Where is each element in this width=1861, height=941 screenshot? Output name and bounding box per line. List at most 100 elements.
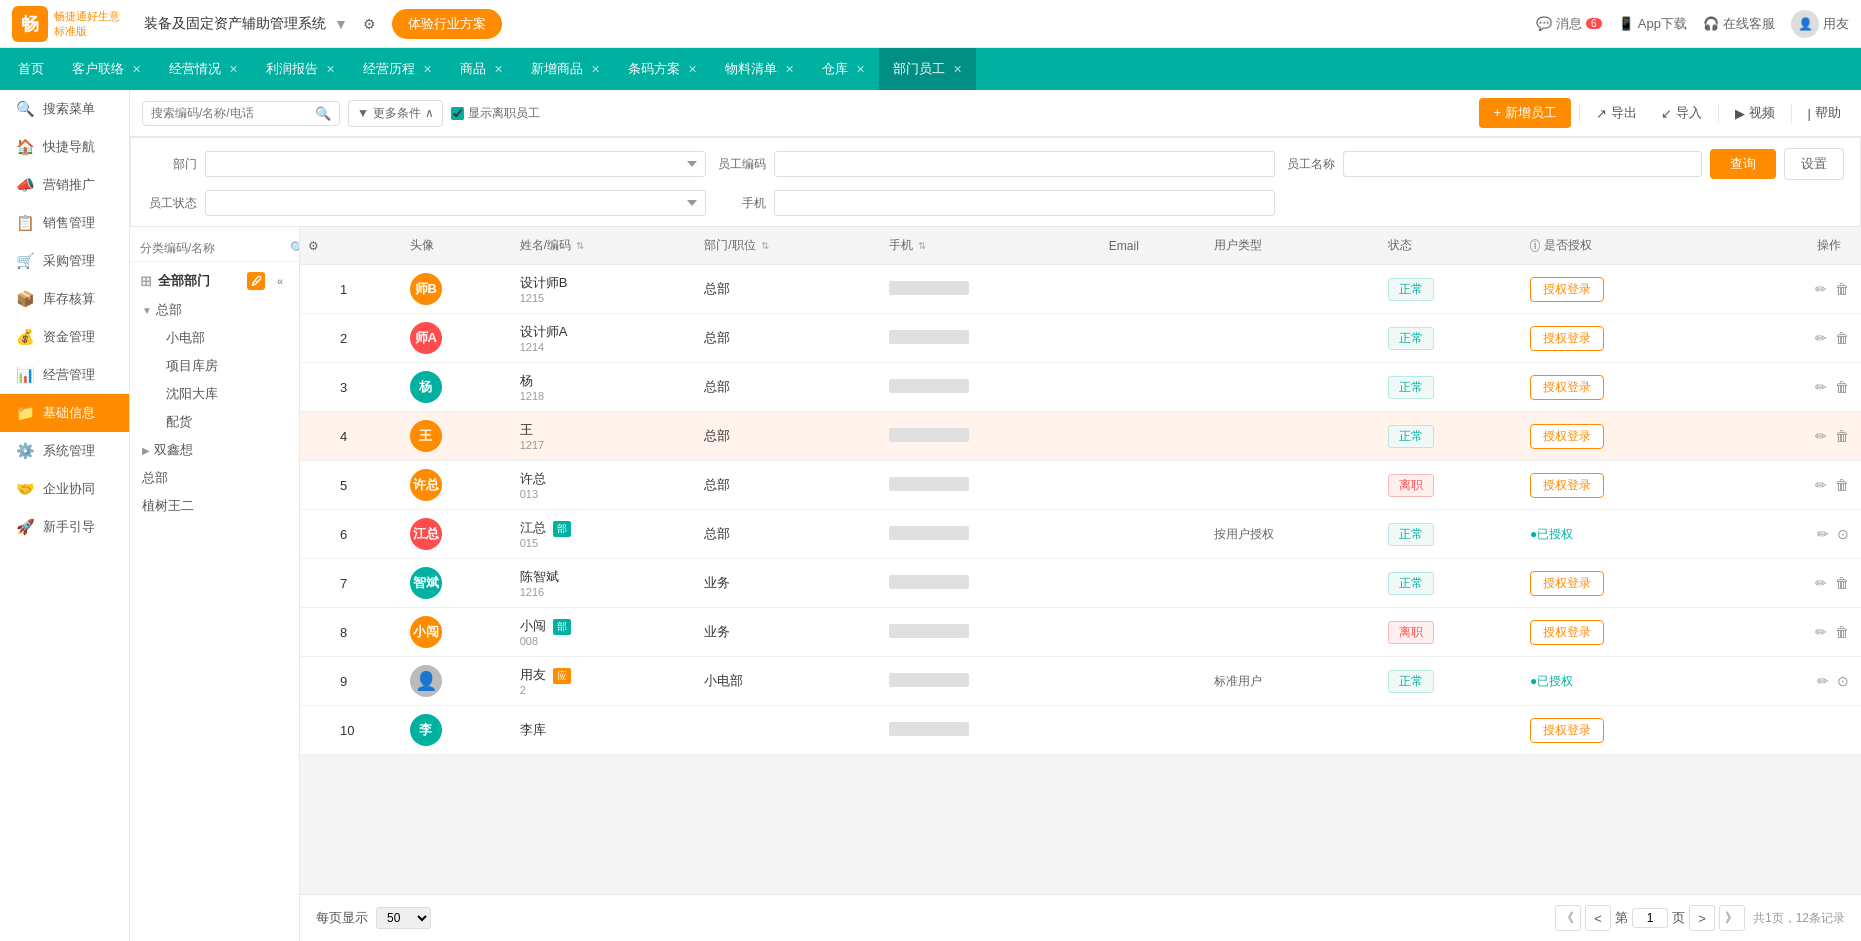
more-filters-button[interactable]: ▼ 更多条件 ∧ — [348, 100, 443, 127]
dept-node-shenyang[interactable]: 沈阳大库 — [146, 380, 299, 408]
tab-home[interactable]: 首页 — [4, 48, 58, 90]
tab-newgoods[interactable]: 新增商品 ✕ — [517, 48, 614, 90]
tab-warehouse[interactable]: 仓库 ✕ — [808, 48, 879, 90]
first-page-button[interactable]: 《 — [1555, 905, 1581, 931]
tab-material[interactable]: 物料清单 ✕ — [711, 48, 808, 90]
sidebar-item-system[interactable]: ⚙️ 系统管理 — [0, 432, 129, 470]
try-industry-button[interactable]: 体验行业方案 — [392, 9, 502, 39]
auth-btn-2[interactable]: 授权登录 — [1530, 326, 1604, 351]
tab-economy[interactable]: 经营情况 ✕ — [155, 48, 252, 90]
sidebar-item-sales[interactable]: 📋 销售管理 — [0, 204, 129, 242]
edit-btn-4[interactable]: ✏ — [1811, 426, 1831, 446]
close-profit-icon[interactable]: ✕ — [326, 63, 335, 76]
edit-btn-6[interactable]: ✏ — [1813, 524, 1833, 544]
auth-btn-8[interactable]: 授权登录 — [1530, 620, 1604, 645]
auth-btn-7[interactable]: 授权登录 — [1530, 571, 1604, 596]
edit-btn-5[interactable]: ✏ — [1811, 475, 1831, 495]
tab-process[interactable]: 经营历程 ✕ — [349, 48, 446, 90]
query-button[interactable]: 查询 — [1710, 149, 1776, 179]
th-name[interactable]: 姓名/编码 ⇅ — [512, 227, 697, 265]
last-page-button[interactable]: 》 — [1719, 905, 1745, 931]
search-input[interactable] — [151, 106, 311, 120]
edit-btn-3[interactable]: ✏ — [1811, 377, 1831, 397]
edit-btn-8[interactable]: ✏ — [1811, 622, 1831, 642]
delete-btn-1[interactable]: 🗑 — [1831, 279, 1853, 299]
dept-node-zonghq[interactable]: ▼ 总部 — [130, 296, 299, 324]
title-dropdown-icon[interactable]: ▼ — [334, 16, 348, 32]
delete-btn-2[interactable]: 🗑 — [1831, 328, 1853, 348]
messages-button[interactable]: 💬 消息 6 — [1536, 15, 1602, 33]
dept-chevron-button[interactable]: « — [271, 272, 289, 290]
delete-btn-3[interactable]: 🗑 — [1831, 377, 1853, 397]
sidebar-item-purchase[interactable]: 🛒 采购管理 — [0, 242, 129, 280]
sidebar-item-operation[interactable]: 📊 经营管理 — [0, 356, 129, 394]
show-resigned-checkbox[interactable] — [451, 107, 464, 120]
edit-btn-7[interactable]: ✏ — [1811, 573, 1831, 593]
dept-node-shuangxin[interactable]: ▶ 双鑫想 — [130, 436, 299, 464]
set-button[interactable]: 设置 — [1784, 148, 1844, 180]
delete-btn-4[interactable]: 🗑 — [1831, 426, 1853, 446]
dept-search-input[interactable] — [140, 241, 290, 255]
dept-all-label[interactable]: 全部部门 — [158, 272, 210, 290]
sidebar-item-finance[interactable]: 💰 资金管理 — [0, 318, 129, 356]
auth-btn-10[interactable]: 授权登录 — [1530, 718, 1604, 743]
th-settings[interactable]: ⚙ — [300, 227, 332, 265]
dept-select[interactable] — [205, 151, 706, 177]
dept-node-peihuo[interactable]: 配货 — [146, 408, 299, 436]
page-input[interactable] — [1632, 908, 1668, 928]
tab-customer[interactable]: 客户联络 ✕ — [58, 48, 155, 90]
edit-btn-2[interactable]: ✏ — [1811, 328, 1831, 348]
next-page-button[interactable]: > — [1689, 905, 1715, 931]
video-button[interactable]: ▶ 视频 — [1727, 100, 1783, 126]
export-button[interactable]: ↗ 导出 — [1588, 100, 1645, 126]
close-goods-icon[interactable]: ✕ — [494, 63, 503, 76]
edit-btn-9[interactable]: ✏ — [1813, 671, 1833, 691]
phone-input[interactable] — [774, 190, 1275, 216]
dept-node-tucao[interactable]: 植树王二 — [130, 492, 299, 520]
close-material-icon[interactable]: ✕ — [785, 63, 794, 76]
sidebar-item-stock[interactable]: 📦 库存核算 — [0, 280, 129, 318]
sidebar-item-collab[interactable]: 🤝 企业协同 — [0, 470, 129, 508]
th-phone[interactable]: 手机 ⇅ — [881, 227, 1101, 265]
per-page-select[interactable]: 50 20 100 — [376, 907, 431, 929]
show-resigned-toggle[interactable]: 显示离职员工 — [451, 105, 540, 122]
delete-btn-7[interactable]: 🗑 — [1831, 573, 1853, 593]
dept-node-zongbu[interactable]: 总部 — [130, 464, 299, 492]
sidebar-item-marketing[interactable]: 📣 营销推广 — [0, 166, 129, 204]
empcode-input[interactable] — [774, 151, 1275, 177]
gear-button[interactable]: ⚙ — [356, 10, 384, 38]
copy-btn-9[interactable]: ⊙ — [1833, 671, 1853, 691]
app-download-button[interactable]: 📱 App下载 — [1618, 15, 1687, 33]
sidebar-item-quicknav[interactable]: 🏠 快捷导航 — [0, 128, 129, 166]
dept-node-xiangmu[interactable]: 项目库房 — [146, 352, 299, 380]
close-newgoods-icon[interactable]: ✕ — [591, 63, 600, 76]
close-warehouse-icon[interactable]: ✕ — [856, 63, 865, 76]
online-service-button[interactable]: 🎧 在线客服 — [1703, 15, 1775, 33]
sidebar-item-basic[interactable]: 📁 基础信息 — [0, 394, 129, 432]
auth-btn-3[interactable]: 授权登录 — [1530, 375, 1604, 400]
tab-profit[interactable]: 利润报告 ✕ — [252, 48, 349, 90]
th-dept[interactable]: 部门/职位 ⇅ — [696, 227, 881, 265]
close-process-icon[interactable]: ✕ — [423, 63, 432, 76]
auth-btn-1[interactable]: 授权登录 — [1530, 277, 1604, 302]
close-economy-icon[interactable]: ✕ — [229, 63, 238, 76]
prev-page-button[interactable]: < — [1585, 905, 1611, 931]
auth-btn-4[interactable]: 授权登录 — [1530, 424, 1604, 449]
import-button[interactable]: ↙ 导入 — [1653, 100, 1710, 126]
delete-btn-5[interactable]: 🗑 — [1831, 475, 1853, 495]
close-dept-icon[interactable]: ✕ — [953, 63, 962, 76]
add-employee-button[interactable]: + 新增员工 — [1479, 98, 1570, 128]
edit-btn-1[interactable]: ✏ — [1811, 279, 1831, 299]
dept-collapse-button[interactable]: 🖊 — [247, 272, 265, 290]
user-menu[interactable]: 👤 用友 — [1791, 10, 1849, 38]
sidebar-item-guide[interactable]: 🚀 新手引导 — [0, 508, 129, 546]
help-button[interactable]: | 帮助 — [1800, 100, 1849, 126]
dept-node-xiaodian[interactable]: 小电部 — [146, 324, 299, 352]
delete-btn-8[interactable]: 🗑 — [1831, 622, 1853, 642]
sidebar-item-search[interactable]: 🔍 搜索菜单 — [0, 90, 129, 128]
empname-input[interactable] — [1343, 151, 1702, 177]
tab-goods[interactable]: 商品 ✕ — [446, 48, 517, 90]
auth-btn-5[interactable]: 授权登录 — [1530, 473, 1604, 498]
tab-dept[interactable]: 部门员工 ✕ — [879, 48, 976, 90]
tab-barcode[interactable]: 条码方案 ✕ — [614, 48, 711, 90]
